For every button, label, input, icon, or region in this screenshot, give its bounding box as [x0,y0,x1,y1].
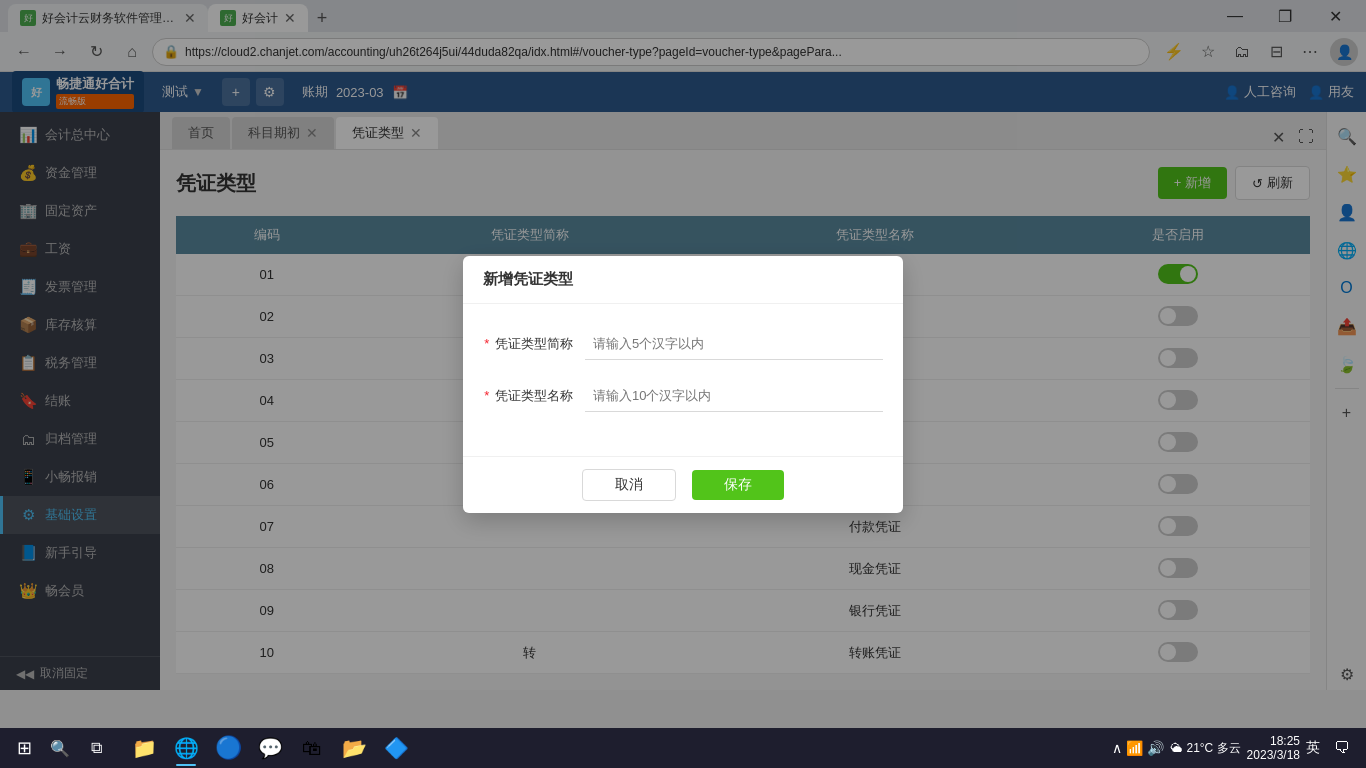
taskbar-search-button[interactable]: 🔍 [44,732,76,764]
form-row-short: * 凭证类型简称 [483,328,883,360]
required-star: * [484,336,489,351]
modal-body: * 凭证类型简称 * 凭证类型名称 [463,304,903,456]
taskbar-network-icon[interactable]: 📶 [1126,740,1143,756]
taskbar-app-edge[interactable]: 🌐 [166,728,206,768]
notification-button[interactable]: 🗨 [1326,732,1358,764]
short-label: * 凭证类型简称 [483,335,573,353]
taskbar-app-store[interactable]: 🛍 [292,728,332,768]
weather-icon: 🌥 [1170,741,1182,755]
taskbar-app-chrome[interactable]: 🔵 [208,728,248,768]
taskbar-app-files[interactable]: 📂 [334,728,374,768]
taskbar-volume-icon[interactable]: 🔊 [1147,740,1164,756]
weather-text: 21°C 多云 [1186,740,1240,757]
cancel-button[interactable]: 取消 [582,469,676,501]
modal-header: 新增凭证类型 [463,256,903,304]
name-label: * 凭证类型名称 [483,387,573,405]
modal-overlay: 新增凭证类型 * 凭证类型简称 * 凭证类型名称 取消 保存 [0,0,1366,768]
new-voucher-type-modal: 新增凭证类型 * 凭证类型简称 * 凭证类型名称 取消 保存 [463,256,903,513]
taskbar-time[interactable]: 18:25 2023/3/18 [1247,734,1300,762]
date-value: 2023/3/18 [1247,748,1300,762]
short-input[interactable] [585,328,883,360]
modal-footer: 取消 保存 [463,456,903,513]
name-input[interactable] [585,380,883,412]
time-value: 18:25 [1270,734,1300,748]
taskbar-right: ∧ 📶 🔊 🌥 21°C 多云 18:25 2023/3/18 英 🗨 [1112,732,1358,764]
start-button[interactable]: ⊞ [8,732,40,764]
form-row-name: * 凭证类型名称 [483,380,883,412]
required-star-2: * [484,388,489,403]
task-view-button[interactable]: ⧉ [80,732,112,764]
save-button[interactable]: 保存 [692,470,784,500]
taskbar-app-wechat[interactable]: 💬 [250,728,290,768]
taskbar-app-edge2[interactable]: 🔷 [376,728,416,768]
modal-title: 新增凭证类型 [483,270,573,289]
taskbar-app-explorer[interactable]: 📁 [124,728,164,768]
taskbar-weather: 🌥 21°C 多云 [1170,740,1240,757]
taskbar-lang[interactable]: 英 [1306,739,1320,757]
taskbar: ⊞ 🔍 ⧉ 📁 🌐 🔵 💬 🛍 📂 🔷 ∧ 📶 🔊 🌥 21°C 多云 18:2… [0,728,1366,768]
taskbar-apps: 📁 🌐 🔵 💬 🛍 📂 🔷 [124,728,416,768]
taskbar-sys-icons: ∧ 📶 🔊 [1112,740,1164,756]
taskbar-up-icon[interactable]: ∧ [1112,740,1122,756]
